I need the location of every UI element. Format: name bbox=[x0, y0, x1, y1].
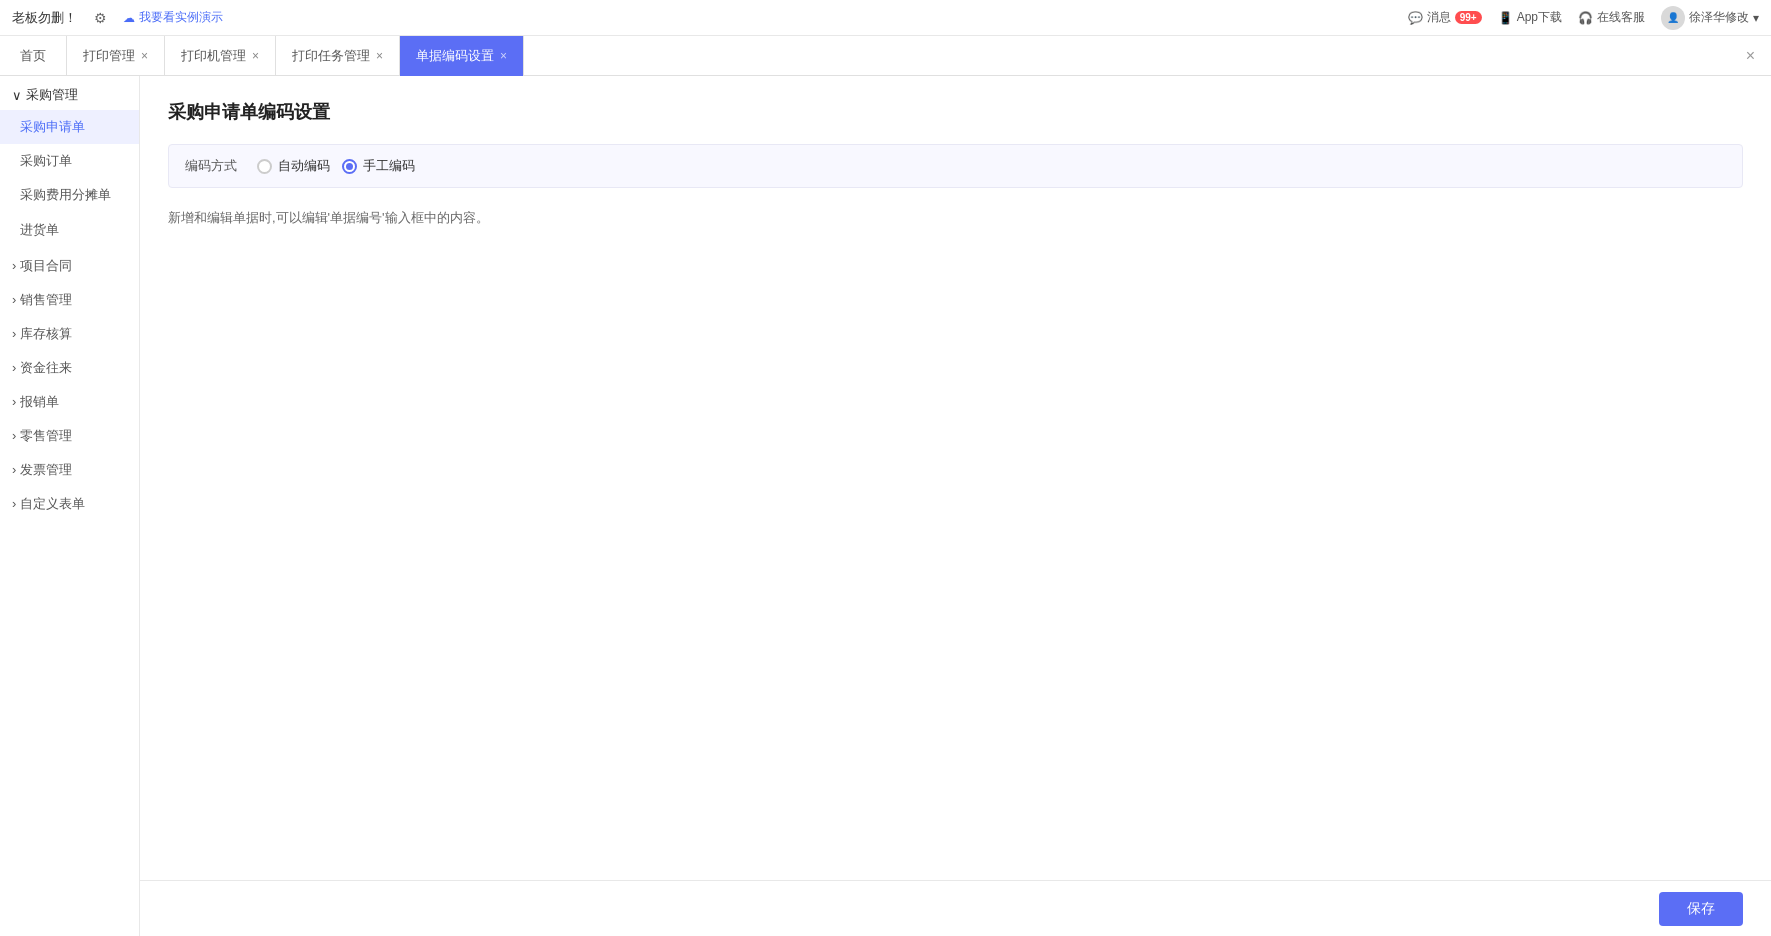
radio-manual-encoding[interactable]: 手工编码 bbox=[342, 157, 415, 175]
sidebar-item-retail-mgmt[interactable]: › 零售管理 bbox=[0, 417, 139, 451]
sidebar-item-inventory[interactable]: › 库存核算 bbox=[0, 315, 139, 349]
tab-print-mgmt-close[interactable]: × bbox=[141, 49, 148, 63]
tab-print-task-mgmt-close[interactable]: × bbox=[376, 49, 383, 63]
app-download-button[interactable]: 📱 App下载 bbox=[1498, 9, 1562, 26]
tab-home-label: 首页 bbox=[20, 47, 46, 65]
radio-manual-circle bbox=[342, 159, 357, 174]
encoding-row: 编码方式 自动编码 手工编码 bbox=[168, 144, 1743, 188]
hint-text: 新增和编辑单据时,可以编辑'单据编号'输入框中的内容。 bbox=[168, 208, 1743, 229]
sidebar-item-custom-forms[interactable]: › 自定义表单 bbox=[0, 485, 139, 519]
radio-auto-label: 自动编码 bbox=[278, 157, 330, 175]
chevron-right-icon-5: › bbox=[12, 394, 16, 409]
sidebar: ∨ 采购管理 采购申请单 采购订单 采购费用分摊单 进货单 › 项目合同 › 销… bbox=[0, 76, 140, 936]
chevron-right-icon-4: › bbox=[12, 360, 16, 375]
tab-voucher-code-close[interactable]: × bbox=[500, 49, 507, 63]
top-bar-right: 💬 消息 99+ 📱 App下载 🎧 在线客服 👤 徐泽华修改 ▾ bbox=[1408, 6, 1759, 30]
sidebar-item-project-contract[interactable]: › 项目合同 bbox=[0, 247, 139, 281]
chevron-right-icon-6: › bbox=[12, 428, 16, 443]
chevron-right-icon-3: › bbox=[12, 326, 16, 341]
demo-link[interactable]: ☁ 我要看实例演示 bbox=[123, 9, 223, 26]
messages-button[interactable]: 💬 消息 99+ bbox=[1408, 9, 1482, 26]
sidebar-item-invoice-mgmt[interactable]: › 发票管理 bbox=[0, 451, 139, 485]
tab-print-task-mgmt[interactable]: 打印任务管理 × bbox=[276, 36, 400, 76]
radio-auto-circle bbox=[257, 159, 272, 174]
sidebar-item-incoming[interactable]: 进货单 bbox=[0, 213, 139, 247]
app-download-label: App下载 bbox=[1517, 9, 1562, 26]
tab-printer-mgmt-label: 打印机管理 bbox=[181, 47, 246, 65]
sidebar-item-returns[interactable]: › 报销单 bbox=[0, 383, 139, 417]
chevron-right-icon-8: › bbox=[12, 496, 16, 511]
sidebar-item-sales-mgmt[interactable]: › 销售管理 bbox=[0, 281, 139, 315]
online-service-button[interactable]: 🎧 在线客服 bbox=[1578, 9, 1645, 26]
message-icon: 💬 bbox=[1408, 11, 1423, 25]
top-bar: 老板勿删！ ⚙ ☁ 我要看实例演示 💬 消息 99+ 📱 App下载 🎧 在线客… bbox=[0, 0, 1771, 36]
sidebar-group-purchase-label: 采购管理 bbox=[26, 86, 78, 104]
sidebar-group-purchase-title[interactable]: ∨ 采购管理 bbox=[0, 76, 139, 110]
avatar: 👤 bbox=[1661, 6, 1685, 30]
user-dropdown-icon: ▾ bbox=[1753, 11, 1759, 25]
service-icon: 🎧 bbox=[1578, 11, 1593, 25]
save-button[interactable]: 保存 bbox=[1659, 892, 1743, 926]
page-title: 采购申请单编码设置 bbox=[168, 100, 1743, 124]
tab-bar-close-button[interactable]: × bbox=[1746, 47, 1771, 65]
app-icon: 📱 bbox=[1498, 11, 1513, 25]
online-service-label: 在线客服 bbox=[1597, 9, 1645, 26]
tab-voucher-code-label: 单据编码设置 bbox=[416, 47, 494, 65]
tab-print-mgmt-label: 打印管理 bbox=[83, 47, 135, 65]
top-bar-left: 老板勿删！ ⚙ ☁ 我要看实例演示 bbox=[12, 7, 223, 29]
chevron-right-icon-2: › bbox=[12, 292, 16, 307]
chevron-right-icon-7: › bbox=[12, 462, 16, 477]
demo-text: 我要看实例演示 bbox=[139, 9, 223, 26]
tab-bar: 首页 打印管理 × 打印机管理 × 打印任务管理 × 单据编码设置 × × bbox=[0, 36, 1771, 76]
user-menu[interactable]: 👤 徐泽华修改 ▾ bbox=[1661, 6, 1759, 30]
settings-icon[interactable]: ⚙ bbox=[89, 7, 111, 29]
radio-auto-encoding[interactable]: 自动编码 bbox=[257, 157, 330, 175]
tab-print-task-mgmt-label: 打印任务管理 bbox=[292, 47, 370, 65]
main-content: 采购申请单编码设置 编码方式 自动编码 手工编码 新增和编辑单据时,可以编辑'单… bbox=[140, 76, 1771, 936]
tab-home[interactable]: 首页 bbox=[0, 36, 67, 76]
chevron-right-icon: › bbox=[12, 258, 16, 273]
brand-text: 老板勿删！ bbox=[12, 9, 77, 27]
messages-badge: 99+ bbox=[1455, 11, 1482, 24]
tab-printer-mgmt[interactable]: 打印机管理 × bbox=[165, 36, 276, 76]
encoding-label: 编码方式 bbox=[185, 157, 237, 175]
sidebar-item-purchase-expense[interactable]: 采购费用分摊单 bbox=[0, 178, 139, 212]
sidebar-item-purchase-order[interactable]: 采购订单 bbox=[0, 144, 139, 178]
sidebar-item-purchase-request[interactable]: 采购申请单 bbox=[0, 110, 139, 144]
messages-label: 消息 bbox=[1427, 9, 1451, 26]
sidebar-group-purchase: ∨ 采购管理 采购申请单 采购订单 采购费用分摊单 进货单 bbox=[0, 76, 139, 247]
tab-printer-mgmt-close[interactable]: × bbox=[252, 49, 259, 63]
tab-print-mgmt[interactable]: 打印管理 × bbox=[67, 36, 165, 76]
user-name: 徐泽华修改 bbox=[1689, 9, 1749, 26]
main-layout: ∨ 采购管理 采购申请单 采购订单 采购费用分摊单 进货单 › 项目合同 › 销… bbox=[0, 76, 1771, 936]
content-area: 采购申请单编码设置 编码方式 自动编码 手工编码 新增和编辑单据时,可以编辑'单… bbox=[140, 76, 1771, 880]
tab-voucher-code[interactable]: 单据编码设置 × bbox=[400, 36, 524, 76]
radio-manual-label: 手工编码 bbox=[363, 157, 415, 175]
sidebar-item-capital[interactable]: › 资金往来 bbox=[0, 349, 139, 383]
footer-bar: 保存 bbox=[140, 880, 1771, 936]
chevron-down-icon: ∨ bbox=[12, 88, 22, 103]
